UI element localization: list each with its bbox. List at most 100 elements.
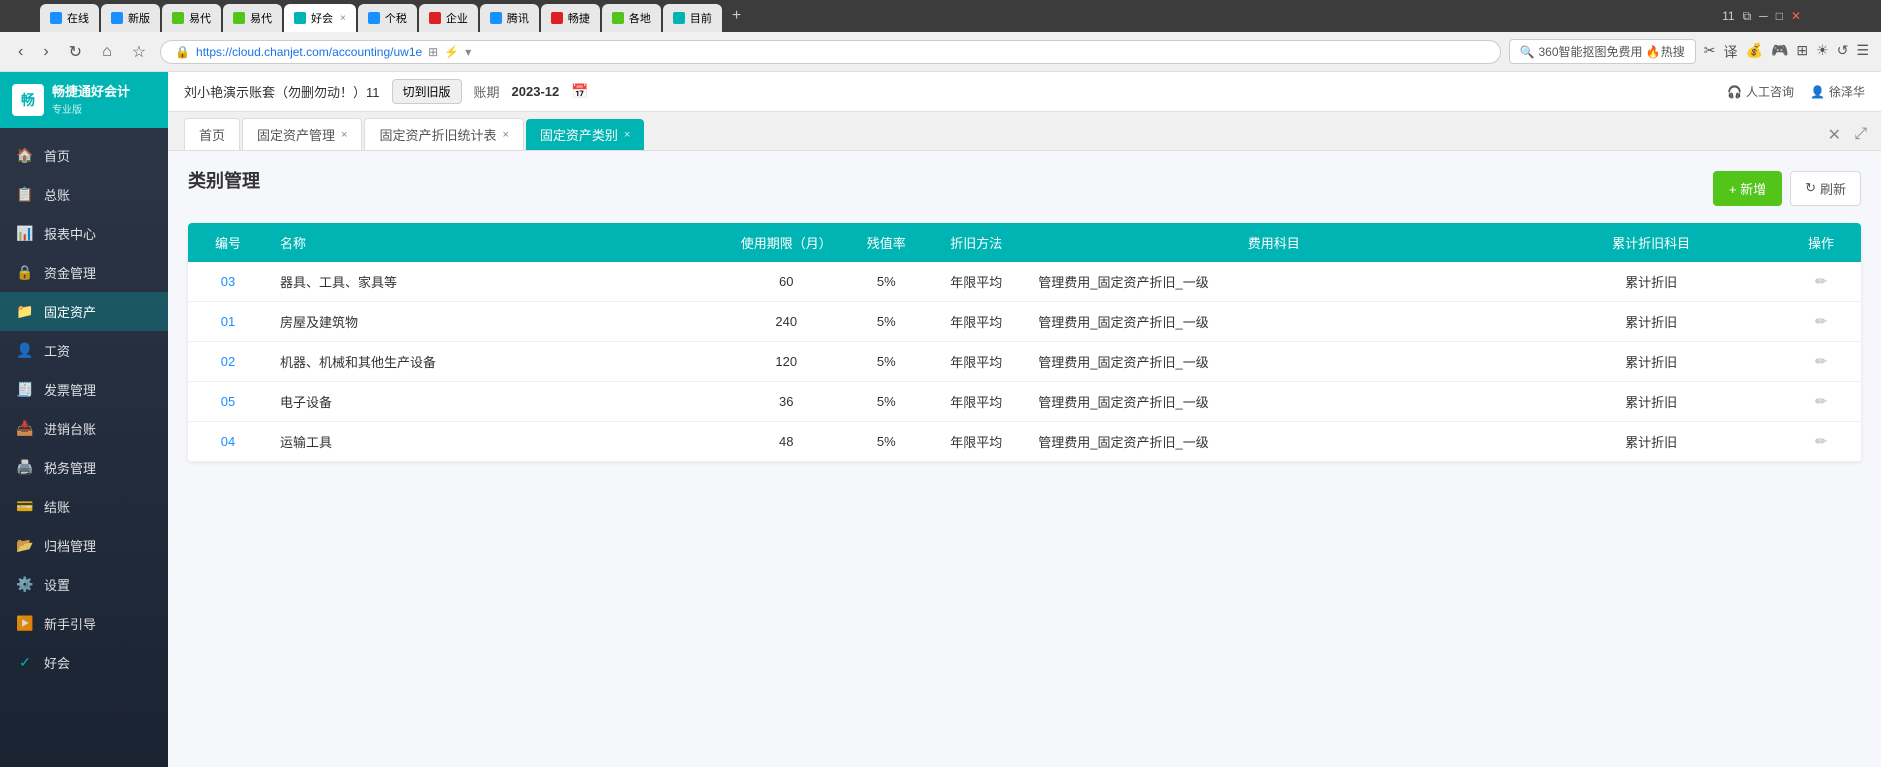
tab-close-asset-category[interactable]: × [624, 129, 630, 141]
sidebar-item-close[interactable]: 💳 结账 [0, 487, 168, 526]
close-window-icon[interactable]: ✕ [1791, 9, 1801, 24]
sidebar-item-inout[interactable]: 📥 进销台账 [0, 409, 168, 448]
sidebar-item-guide[interactable]: ▶️ 新手引导 [0, 604, 168, 643]
forward-btn[interactable]: › [37, 41, 54, 63]
back-btn[interactable]: ‹ [12, 41, 29, 63]
sidebar-item-assets[interactable]: 📁 固定资产 [0, 292, 168, 331]
browser-tab-yidai2[interactable]: 易代 [223, 4, 282, 32]
browser-tab-tengxun[interactable]: 腾讯 [480, 4, 539, 32]
browser-tab-zaoxian[interactable]: 在线 [40, 4, 99, 32]
browser-toolbar-icons: ✂ 译 💰 🎮 ⊞ ☀ ↺ ☰ [1704, 42, 1869, 62]
browser-tab-geshui[interactable]: 个税 [358, 4, 417, 32]
tab-icon-yidai1 [172, 12, 184, 24]
cell-ops-0[interactable]: ✏ [1781, 262, 1861, 302]
tab-close-haohui[interactable]: × [340, 13, 346, 24]
cell-rate-3: 5% [846, 382, 926, 422]
edit-icon-2[interactable]: ✏ [1815, 353, 1827, 369]
undo-icon[interactable]: ↺ [1837, 42, 1849, 62]
tab-asset-mgmt[interactable]: 固定资产管理 × [242, 118, 362, 150]
calendar-icon[interactable]: 📅 [571, 83, 588, 100]
sun-icon[interactable]: ☀ [1816, 42, 1829, 62]
tab-icon-muqian [673, 12, 685, 24]
edit-icon-1[interactable]: ✏ [1815, 313, 1827, 329]
tab-bar-expand-btn[interactable]: ⤢ [1854, 126, 1867, 144]
sidebar-item-reports[interactable]: 📊 报表中心 [0, 214, 168, 253]
sidebar-item-ledger[interactable]: 📋 总账 [0, 175, 168, 214]
sidebar-label-payroll: 工资 [44, 341, 70, 360]
cell-code-2[interactable]: 02 [188, 342, 268, 382]
cell-ops-4[interactable]: ✏ [1781, 422, 1861, 462]
tab-home[interactable]: 首页 [184, 118, 240, 150]
translate-icon[interactable]: 译 [1724, 42, 1738, 62]
cell-accum-4: 累计折旧 [1521, 422, 1781, 462]
cell-code-3[interactable]: 05 [188, 382, 268, 422]
minimize-icon[interactable]: ─ [1759, 9, 1768, 24]
browser-tab-haohui[interactable]: 好会 × [284, 4, 356, 32]
sidebar-item-invoice[interactable]: 🧾 发票管理 [0, 370, 168, 409]
edit-icon-0[interactable]: ✏ [1815, 273, 1827, 289]
action-bar: + 新增 ↻ 刷新 [1713, 171, 1861, 206]
home-btn[interactable]: ⌂ [96, 41, 118, 63]
grid-icon[interactable]: ⊞ [1796, 42, 1808, 62]
reports-icon: 📊 [16, 225, 34, 243]
sidebar-label-guide: 新手引导 [44, 614, 96, 633]
sidebar-item-archive[interactable]: 📂 归档管理 [0, 526, 168, 565]
lightning-icon[interactable]: ⚡ [444, 45, 459, 59]
game-icon[interactable]: 🎮 [1771, 42, 1788, 62]
cell-method-4: 年限平均 [926, 422, 1026, 462]
cell-code-4[interactable]: 04 [188, 422, 268, 462]
sidebar-item-home[interactable]: 🏠 首页 [0, 136, 168, 175]
table-row: 01 房屋及建筑物 240 5% 年限平均 管理费用_固定资产折旧_一级 累计折… [188, 302, 1861, 342]
tab-close-depreciation-table[interactable]: × [502, 129, 508, 141]
service-label: 人工咨询 [1746, 83, 1794, 100]
tab-bar-close-btn[interactable]: ✕ [1828, 125, 1841, 145]
site-info-icon[interactable]: ⊞ [428, 45, 438, 59]
cell-name-4: 运输工具 [268, 422, 726, 462]
new-tab-btn[interactable]: + [724, 7, 749, 25]
edit-icon-4[interactable]: ✏ [1815, 433, 1827, 449]
browser-tab-changjie[interactable]: 畅捷 [541, 4, 600, 32]
sidebar-item-funds[interactable]: 🔒 资金管理 [0, 253, 168, 292]
cell-code-1[interactable]: 01 [188, 302, 268, 342]
browser-tab-muqian[interactable]: 目前 [663, 4, 722, 32]
edit-icon-3[interactable]: ✏ [1815, 393, 1827, 409]
bookmark-btn[interactable]: ☆ [126, 40, 152, 64]
cell-accum-3: 累计折旧 [1521, 382, 1781, 422]
user-profile[interactable]: 👤 徐泽华 [1810, 83, 1865, 100]
reload-btn[interactable]: ↻ [63, 40, 88, 64]
sidebar-item-payroll[interactable]: 👤 工资 [0, 331, 168, 370]
sidebar-item-tax[interactable]: 🖨️ 税务管理 [0, 448, 168, 487]
browser-tab-gedi[interactable]: 各地 [602, 4, 661, 32]
add-btn[interactable]: + 新增 [1713, 171, 1782, 206]
maximize-icon[interactable]: □ [1776, 9, 1783, 24]
tab-icon-changjie [551, 12, 563, 24]
cell-code-0[interactable]: 03 [188, 262, 268, 302]
cell-method-3: 年限平均 [926, 382, 1026, 422]
refresh-icon: ↻ [1805, 180, 1816, 196]
restore-icon[interactable]: ⧉ [1743, 9, 1752, 24]
address-text[interactable]: https://cloud.chanjet.com/accounting/uw1… [196, 45, 422, 59]
cell-ops-3[interactable]: ✏ [1781, 382, 1861, 422]
service-section[interactable]: 🎧 人工咨询 [1727, 83, 1794, 100]
search-bar[interactable]: 🔍 360智能抠图免费用 🔥热搜 [1509, 39, 1696, 64]
sidebar-label-tax: 税务管理 [44, 458, 96, 477]
switch-version-btn[interactable]: 切到旧版 [392, 79, 462, 104]
tab-close-asset-mgmt[interactable]: × [341, 129, 347, 141]
sidebar-item-extra[interactable]: ✓ 好会 [0, 643, 168, 682]
tax-icon: 🖨️ [16, 459, 34, 477]
menu-icon[interactable]: ☰ [1856, 42, 1869, 62]
sidebar-item-settings[interactable]: ⚙️ 设置 [0, 565, 168, 604]
wallet-icon[interactable]: 💰 [1746, 42, 1763, 62]
tab-depreciation-table[interactable]: 固定资产折旧统计表 × [364, 118, 523, 150]
cell-ops-1[interactable]: ✏ [1781, 302, 1861, 342]
browser-tab-xinban[interactable]: 新版 [101, 4, 160, 32]
refresh-btn[interactable]: ↻ 刷新 [1790, 171, 1861, 206]
sidebar-label-home: 首页 [44, 146, 70, 165]
browser-tab-yidai1[interactable]: 易代 [162, 4, 221, 32]
tab-asset-category[interactable]: 固定资产类别 × [526, 119, 644, 150]
browser-tab-qiye[interactable]: 企业 [419, 4, 478, 32]
table-row: 03 器具、工具、家具等 60 5% 年限平均 管理费用_固定资产折旧_一级 累… [188, 262, 1861, 302]
cell-ops-2[interactable]: ✏ [1781, 342, 1861, 382]
scissors-icon[interactable]: ✂ [1704, 42, 1716, 62]
dropdown-icon[interactable]: ▾ [465, 45, 471, 59]
